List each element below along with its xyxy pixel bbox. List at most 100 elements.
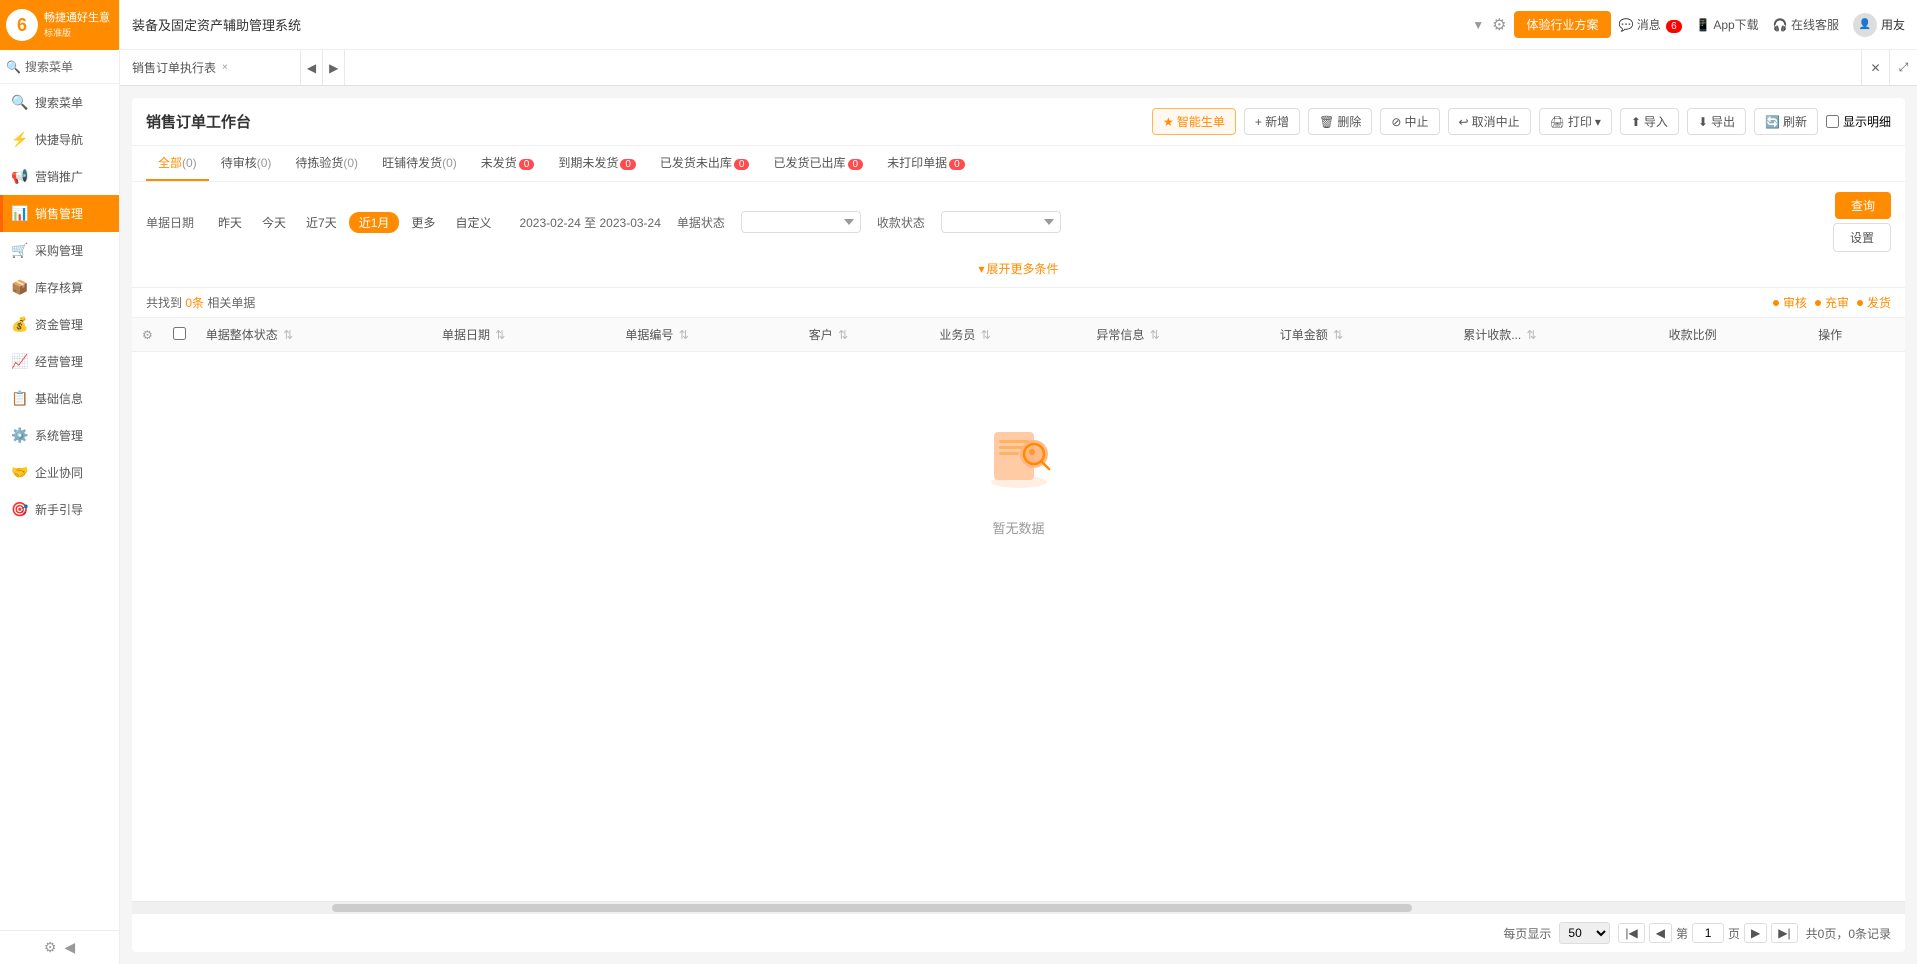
- show-detail-checkbox[interactable]: 显示明细: [1826, 113, 1891, 130]
- cancel-stop-button[interactable]: ↩ 取消中止: [1448, 108, 1531, 135]
- page-last-btn[interactable]: ▶|: [1771, 923, 1797, 943]
- print-icon: 🖨: [1550, 115, 1565, 129]
- page-number-input[interactable]: [1692, 923, 1724, 943]
- scrollbar-thumb[interactable]: [332, 904, 1412, 912]
- payment-select[interactable]: [941, 211, 1061, 233]
- pagination: 每页显示 10 20 50 100 |◀ ◀ 第 页 ▶ ▶| 共0页，0条记录: [132, 913, 1905, 952]
- select-all-checkbox[interactable]: [173, 327, 186, 340]
- sort-icon-exception[interactable]: ⇅: [1150, 328, 1160, 342]
- sort-icon-date[interactable]: ⇅: [495, 328, 505, 342]
- trial-button[interactable]: 体验行业方案: [1514, 11, 1610, 38]
- page-size-select[interactable]: 10 20 50 100: [1559, 922, 1610, 944]
- col-settings[interactable]: ⚙: [132, 318, 163, 352]
- filter-tab-shipped-out[interactable]: 已发货已出库0: [761, 146, 875, 181]
- col-order-amount: 订单金额 ⇅: [1270, 318, 1453, 352]
- sidebar-item-basic-info[interactable]: 📋基础信息: [0, 380, 119, 417]
- sidebar-item-sales[interactable]: 📊销售管理: [0, 195, 119, 232]
- horizontal-scrollbar[interactable]: [132, 901, 1905, 913]
- col-received: 累计收款... ⇅: [1453, 318, 1658, 352]
- col-checkbox[interactable]: [163, 318, 196, 352]
- audit-button[interactable]: 审核: [1773, 294, 1807, 311]
- filter-tab-wangpu-ship[interactable]: 旺铺待发货(0): [370, 146, 469, 181]
- date-7days[interactable]: 近7天: [298, 212, 345, 233]
- header-icons: 💬 消息 6 📱 App下载 🎧 在线客服 👤 用友: [1619, 13, 1906, 37]
- online-service[interactable]: 🎧 在线客服: [1773, 16, 1839, 33]
- date-yesterday[interactable]: 昨天: [210, 212, 250, 233]
- action-buttons: 审核 充审 发货: [1773, 294, 1891, 311]
- dropdown-arrow-icon[interactable]: ▼: [1472, 18, 1484, 32]
- sidebar-item-system[interactable]: ⚙️系统管理: [0, 417, 119, 454]
- conditions-area: 单据日期 昨天 今天 近7天 近1月 更多 自定义 2023-02-24 至 2…: [132, 182, 1905, 288]
- expand-more-button[interactable]: ▾ 展开更多条件: [978, 260, 1058, 277]
- count-badge-unprinted: 0: [949, 159, 965, 170]
- tab-scroll-right[interactable]: ▶: [323, 50, 345, 86]
- tab-close-all[interactable]: ✕: [1861, 50, 1889, 86]
- col-exception: 异常信息 ⇅: [1086, 318, 1269, 352]
- tab-scroll-left[interactable]: ◀: [301, 50, 323, 86]
- tab-close-order-execute[interactable]: ×: [222, 62, 228, 73]
- sort-icon-customer[interactable]: ⇅: [838, 328, 848, 342]
- date-custom[interactable]: 自定义: [447, 212, 499, 233]
- refresh-button[interactable]: 🔄 刷新: [1754, 108, 1818, 135]
- print-button[interactable]: 🖨 打印 ▾: [1539, 108, 1612, 135]
- date-more[interactable]: 更多: [403, 212, 443, 233]
- user-area[interactable]: 👤 用友: [1853, 13, 1905, 37]
- sidebar-item-operations[interactable]: 📈经营管理: [0, 343, 119, 380]
- sort-icon-received[interactable]: ⇅: [1527, 328, 1537, 342]
- filter-tab-shipped-not-out[interactable]: 已发货未出库0: [648, 146, 762, 181]
- sidebar-item-enterprise[interactable]: 🤝企业协同: [0, 454, 119, 491]
- query-button[interactable]: 查询: [1835, 192, 1891, 219]
- sort-icon-status[interactable]: ⇅: [283, 328, 293, 342]
- sidebar-item-quick-nav[interactable]: ⚡快捷导航: [0, 121, 119, 158]
- page-nav: |◀ ◀ 第 页 ▶ ▶|: [1618, 923, 1797, 943]
- stop-icon: ⊘: [1391, 115, 1401, 129]
- detail-checkbox-input[interactable]: [1826, 115, 1839, 128]
- tab-controls: ✕ ⤢: [1861, 50, 1917, 86]
- search-icon: 🔍: [11, 94, 29, 111]
- settings-header-icon[interactable]: ⚙: [1492, 15, 1506, 35]
- export-icon: ⬇: [1698, 115, 1708, 129]
- filter-tab-unshipped[interactable]: 未发货0: [469, 146, 547, 181]
- smart-create-button[interactable]: ★ 智能生单: [1152, 108, 1236, 135]
- delete-button[interactable]: 🗑 删除: [1308, 108, 1372, 135]
- sidebar-item-inventory[interactable]: 📦库存核算: [0, 269, 119, 306]
- tab-restore[interactable]: ⤢: [1889, 50, 1917, 86]
- filter-tab-pending-review[interactable]: 待审核(0): [209, 146, 284, 181]
- page-prev-btn[interactable]: ◀: [1649, 923, 1672, 943]
- filter-tab-all[interactable]: 全部(0): [146, 146, 209, 181]
- filter-tabs: 全部(0)待审核(0)待拣验货(0)旺铺待发货(0)未发货0到期未发货0已发货未…: [132, 146, 1905, 182]
- add-button[interactable]: + 新增: [1244, 108, 1300, 135]
- settings-button[interactable]: 设置: [1833, 223, 1891, 252]
- sidebar-item-marketing[interactable]: 📢营销推广: [0, 158, 119, 195]
- filter-tab-pending-inspect[interactable]: 待拣验货(0): [283, 146, 370, 181]
- settings-icon[interactable]: ⚙: [44, 939, 57, 956]
- sort-icon-staff[interactable]: ⇅: [981, 328, 991, 342]
- ship-button[interactable]: 发货: [1857, 294, 1891, 311]
- sidebar-item-guide[interactable]: 🎯新手引导: [0, 491, 119, 528]
- sort-icon-amount[interactable]: ⇅: [1333, 328, 1343, 342]
- sort-icon-no[interactable]: ⇅: [679, 328, 689, 342]
- filter-tab-unprinted[interactable]: 未打印单据0: [875, 146, 977, 181]
- export-button[interactable]: ⬇ 导出: [1687, 108, 1746, 135]
- date-today[interactable]: 今天: [254, 212, 294, 233]
- sidebar-search[interactable]: 🔍 搜索菜单: [0, 50, 119, 84]
- page-next-btn[interactable]: ▶: [1744, 923, 1767, 943]
- app-download[interactable]: 📱 App下载: [1696, 16, 1759, 33]
- page-first-btn[interactable]: |◀: [1618, 923, 1644, 943]
- sales-icon: 📊: [11, 205, 29, 222]
- col-bill-date: 单据日期 ⇅: [432, 318, 615, 352]
- filter-tab-expired-unshipped[interactable]: 到期未发货0: [546, 146, 648, 181]
- revoke-button[interactable]: 充审: [1815, 294, 1849, 311]
- sidebar-item-finance[interactable]: 💰资金管理: [0, 306, 119, 343]
- sidebar-item-search[interactable]: 🔍搜索菜单: [0, 84, 119, 121]
- import-button[interactable]: ⬆ 导入: [1620, 108, 1679, 135]
- col-ratio: 收款比例: [1659, 318, 1809, 352]
- date-1month[interactable]: 近1月: [349, 212, 400, 233]
- bill-status-select[interactable]: [741, 211, 861, 233]
- stop-button[interactable]: ⊘ 中止: [1380, 108, 1439, 135]
- sidebar-item-purchase[interactable]: 🛒采购管理: [0, 232, 119, 269]
- tab-order-execute[interactable]: 销售订单执行表×: [120, 50, 301, 86]
- collapse-icon[interactable]: ◀: [64, 939, 75, 956]
- cancel-stop-icon: ↩: [1459, 115, 1469, 129]
- message-area[interactable]: 💬 消息 6: [1619, 16, 1682, 33]
